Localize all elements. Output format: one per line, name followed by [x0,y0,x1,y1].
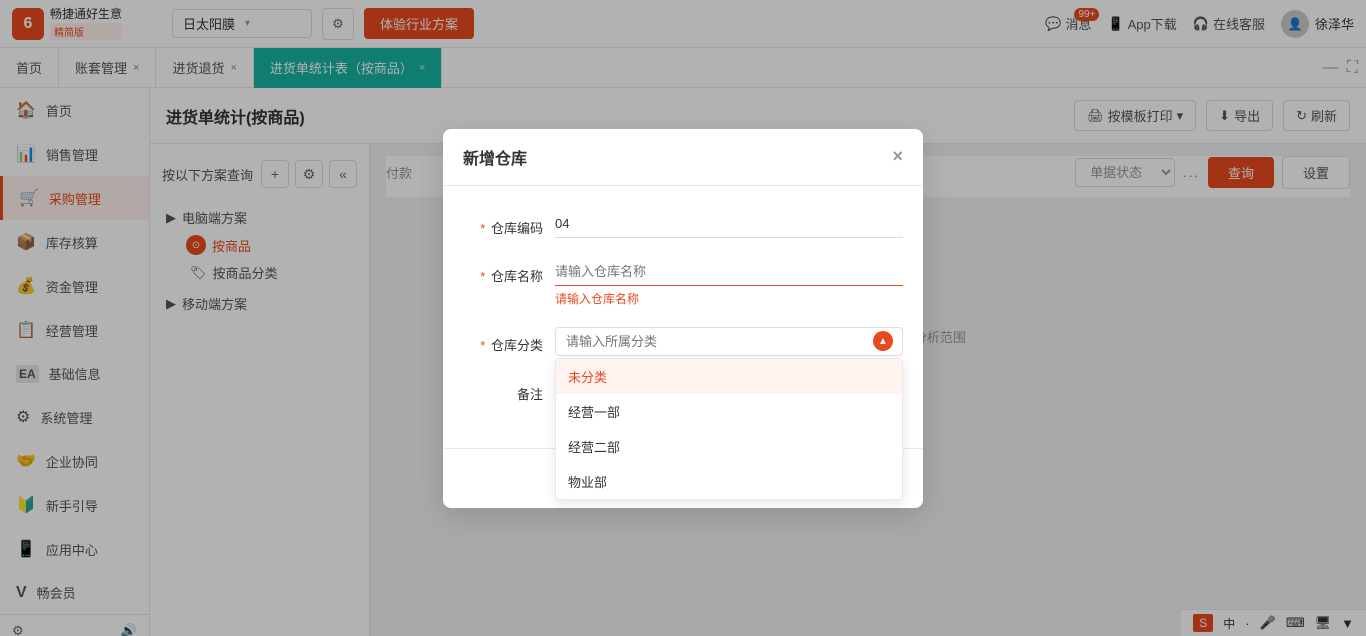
dropdown-item-dept3[interactable]: 物业部 [556,464,902,499]
category-dropdown: 未分类 经营一部 经营二部 物业部 [555,358,903,500]
dialog-title: 新增仓库 [463,145,527,169]
name-error-message: 请输入仓库名称 [555,290,903,307]
form-row-category: * 仓库分类 ▲ 未分类 经营一部 经营二部 物业部 [463,327,903,356]
new-warehouse-dialog: 新增仓库 × * 仓库编码 * 仓库名称 [443,129,923,508]
dropdown-item-dept2[interactable]: 经营二部 [556,429,902,464]
code-field [555,210,903,238]
category-select-input[interactable] [555,327,903,356]
category-arrow-icon[interactable]: ▲ [873,331,893,351]
category-label: * 仓库分类 [463,327,543,354]
dialog-body: * 仓库编码 * 仓库名称 请输入仓库名称 [443,186,923,448]
name-field: 请输入仓库名称 [555,258,903,307]
category-field: ▲ 未分类 经营一部 经营二部 物业部 [555,327,903,356]
dropdown-item-unclassified[interactable]: 未分类 [556,359,902,394]
code-label: * 仓库编码 [463,210,543,237]
name-label: * 仓库名称 [463,258,543,285]
dialog-close-button[interactable]: × [892,146,903,167]
warehouse-code-input[interactable] [555,210,903,238]
dialog-header: 新增仓库 × [443,129,923,186]
form-row-name: * 仓库名称 请输入仓库名称 [463,258,903,307]
form-row-code: * 仓库编码 [463,210,903,238]
warehouse-name-input[interactable] [555,258,903,286]
note-label: 备注 [463,376,543,403]
dropdown-item-dept1[interactable]: 经营一部 [556,394,902,429]
dialog-overlay[interactable]: 新增仓库 × * 仓库编码 * 仓库名称 [0,0,1366,636]
